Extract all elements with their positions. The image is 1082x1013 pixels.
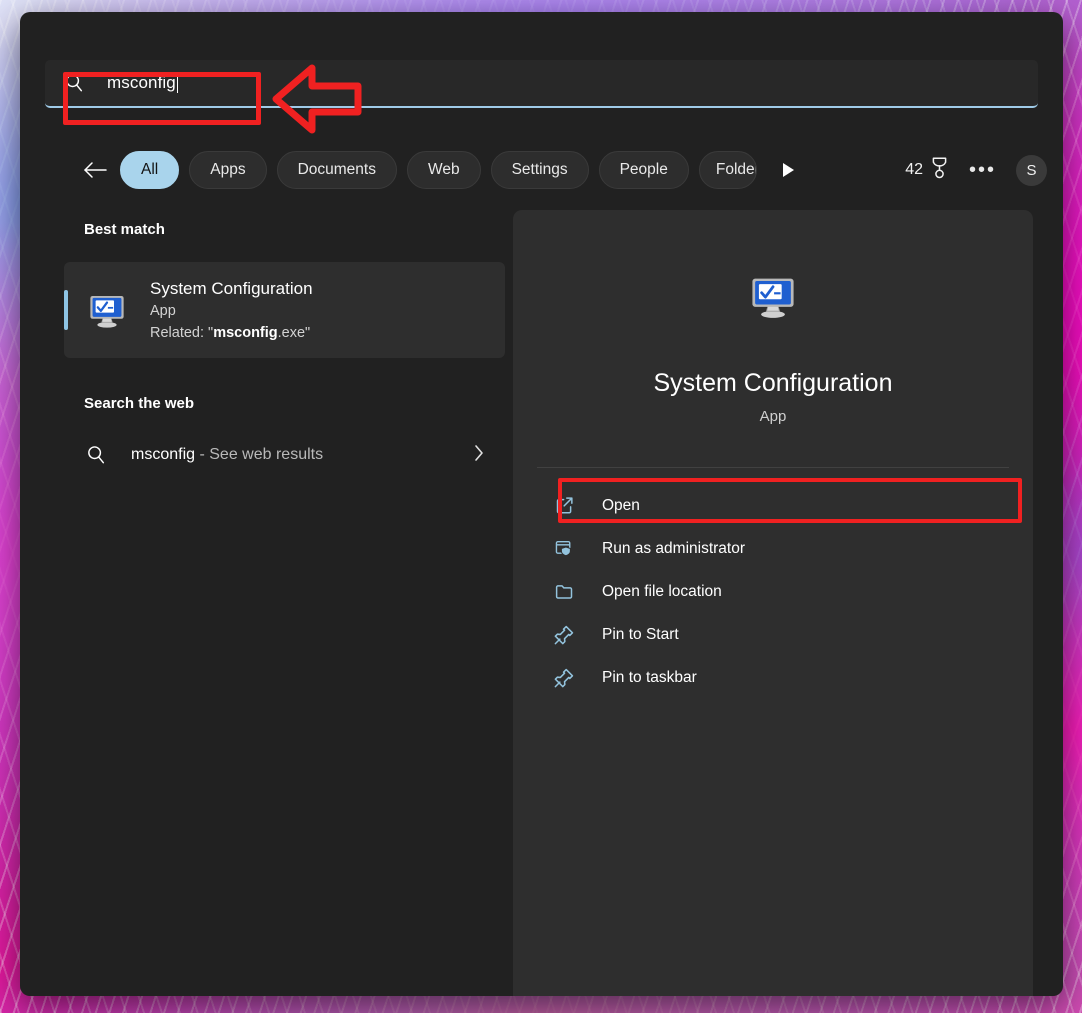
action-label: Pin to taskbar — [602, 668, 697, 686]
selection-accent-bar — [64, 290, 68, 330]
filter-tab-label: All — [141, 161, 159, 178]
preview-app-title: System Configuration — [653, 369, 893, 397]
filter-tab-settings[interactable]: Settings — [490, 151, 589, 189]
divider — [537, 467, 1009, 468]
preview-app-subtitle: App — [759, 408, 787, 425]
windows-search-flyout: msconfig All Apps Documents Web Settings… — [20, 12, 1063, 996]
filter-tab-label: Documents — [297, 161, 376, 178]
action-open-file-location[interactable]: Open file location — [531, 570, 1015, 613]
rewards-badge[interactable]: 42 — [905, 156, 949, 185]
best-match-related: Related: "msconfig.exe" — [150, 322, 313, 344]
text-caret — [176, 73, 178, 93]
filter-tab-web[interactable]: Web — [406, 151, 481, 189]
filter-tab-label: Settings — [511, 161, 568, 178]
filter-tab-label: People — [619, 161, 668, 178]
filter-tab-label: Web — [427, 161, 460, 178]
system-configuration-app-icon — [86, 289, 128, 331]
related-suffix: .exe" — [277, 324, 311, 341]
pin-icon — [551, 665, 577, 691]
action-open[interactable]: Open — [531, 484, 1015, 527]
best-match-title: System Configuration — [150, 278, 313, 298]
action-label: Open file location — [602, 582, 722, 600]
search-the-web-heading: Search the web — [84, 395, 195, 412]
rewards-medal-icon — [930, 156, 949, 185]
rewards-count: 42 — [905, 161, 923, 178]
open-external-icon — [551, 493, 577, 519]
best-match-subtitle: App — [150, 302, 176, 319]
filter-tab-label: Apps — [210, 161, 246, 178]
related-prefix: Related: " — [150, 324, 214, 341]
search-results-list: Best match System Configuration App Rela… — [64, 210, 524, 996]
search-icon — [63, 72, 85, 94]
action-pin-to-taskbar[interactable]: Pin to taskbar — [531, 656, 1015, 699]
web-result-item[interactable]: msconfig - See web results — [64, 431, 505, 479]
best-match-result-item[interactable]: System Configuration App Related: "mscon… — [64, 262, 505, 358]
search-box-container[interactable]: msconfig — [45, 60, 1038, 108]
avatar[interactable]: S — [1016, 154, 1047, 186]
filter-tab-all[interactable]: All — [120, 151, 180, 189]
best-match-text-block: System Configuration App Related: "mscon… — [150, 277, 313, 344]
shield-admin-icon — [551, 536, 577, 562]
desktop-wallpaper: msconfig All Apps Documents Web Settings… — [0, 0, 1082, 1013]
related-query: msconfig — [213, 324, 278, 341]
filter-tab-label: Folders — [715, 161, 756, 178]
action-pin-to-start[interactable]: Pin to Start — [531, 613, 1015, 656]
app-actions-list: Open Run as administrator Open file loca… — [513, 484, 1033, 699]
back-arrow-icon[interactable] — [80, 155, 110, 185]
search-icon — [85, 444, 107, 466]
filter-tab-documents[interactable]: Documents — [276, 151, 397, 189]
search-input-value: msconfig — [107, 73, 176, 92]
app-preview-pane: System Configuration App Open Run as adm… — [513, 210, 1033, 996]
filter-tab-apps[interactable]: Apps — [189, 151, 267, 189]
pin-icon — [551, 622, 577, 648]
action-label: Run as administrator — [602, 539, 746, 557]
action-label: Open — [602, 496, 640, 514]
action-label: Pin to Start — [602, 625, 679, 643]
chevron-right-icon[interactable] — [473, 443, 485, 468]
best-match-heading: Best match — [84, 221, 165, 238]
filter-tab-folders[interactable]: Folders — [698, 151, 757, 189]
search-input[interactable]: msconfig — [45, 60, 1038, 108]
system-configuration-app-icon — [747, 270, 799, 322]
web-result-label: msconfig - See web results — [131, 446, 323, 464]
web-result-query: msconfig — [131, 446, 196, 463]
header-actions: 42 ••• S — [905, 154, 1055, 186]
more-options-icon[interactable]: ••• — [969, 160, 996, 180]
avatar-initial: S — [1026, 161, 1037, 179]
folder-icon — [551, 579, 577, 605]
filter-tab-row: All Apps Documents Web Settings People F… — [80, 150, 1055, 190]
filter-tab-people[interactable]: People — [598, 151, 689, 189]
action-run-as-administrator[interactable]: Run as administrator — [531, 527, 1015, 570]
play-next-icon[interactable] — [773, 155, 803, 185]
web-result-suffix: - See web results — [195, 446, 324, 463]
